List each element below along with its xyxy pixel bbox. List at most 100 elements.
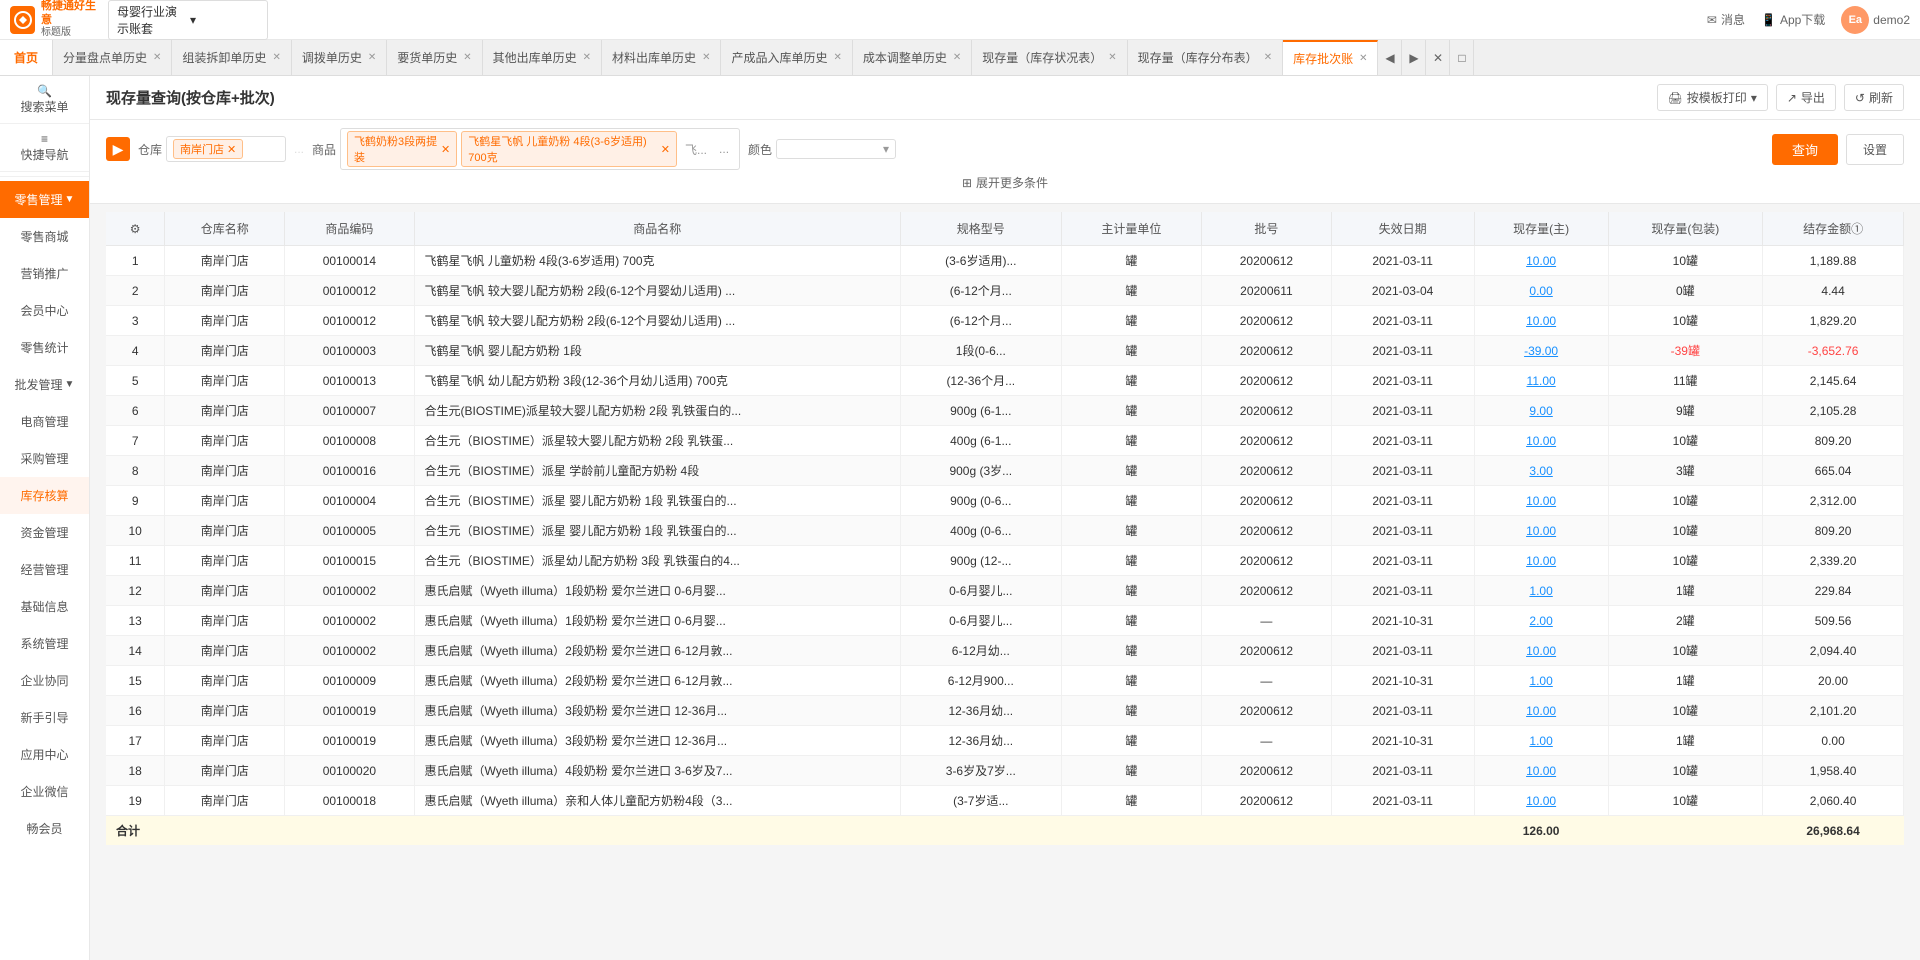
row-unit: 罐 xyxy=(1061,756,1202,786)
sidebar-item-retail-stat[interactable]: 零售统计 xyxy=(0,329,89,366)
sidebar-item-marketing[interactable]: 营销推广 xyxy=(0,255,89,292)
row-qty-main[interactable]: 10.00 xyxy=(1474,546,1608,576)
tab-close-icon[interactable]: ✕ xyxy=(702,52,710,63)
user-profile[interactable]: Ea demo2 xyxy=(1841,6,1910,34)
sidebar-item-member2[interactable]: 畅会员 xyxy=(0,810,89,847)
tab-chengpin[interactable]: 产成品入库单历史 ✕ xyxy=(721,40,852,76)
product-tag-1-close[interactable]: ✕ xyxy=(441,143,450,156)
tab-close-icon[interactable]: ✕ xyxy=(1108,52,1116,63)
tab-home[interactable]: 首页 xyxy=(0,40,53,76)
tab-yaohuo[interactable]: 要货单历史 ✕ xyxy=(387,40,482,76)
row-unit: 罐 xyxy=(1061,396,1202,426)
product-tag-container[interactable]: 飞鹤奶粉3段两提装 ✕ 飞鹤星飞帆 儿童奶粉 4段(3-6岁适用) 700克 ✕… xyxy=(340,128,740,170)
row-unit: 罐 xyxy=(1061,726,1202,756)
btn-query[interactable]: 查询 xyxy=(1772,134,1838,165)
message-button[interactable]: ✉ 消息 xyxy=(1707,11,1745,28)
row-qty-main[interactable]: 1.00 xyxy=(1474,726,1608,756)
row-qty-main[interactable]: 10.00 xyxy=(1474,486,1608,516)
col-qty-main: 现存量(主) xyxy=(1474,212,1608,246)
expand-more[interactable]: ⊞ 展开更多条件 xyxy=(106,170,1904,195)
tab-cailiao[interactable]: 材料出库单历史 ✕ xyxy=(602,40,721,76)
sidebar-item-member[interactable]: 会员中心 xyxy=(0,292,89,329)
tab-zuzhang[interactable]: 组装拆卸单历史 ✕ xyxy=(172,40,291,76)
settings-icon[interactable]: ⚙ xyxy=(130,222,141,236)
row-qty-main[interactable]: 9.00 xyxy=(1474,396,1608,426)
row-qty-main[interactable]: 1.00 xyxy=(1474,576,1608,606)
color-container[interactable]: ▾ xyxy=(776,139,896,159)
product-more[interactable]: 飞... xyxy=(681,141,711,158)
btn-refresh[interactable]: ↺ 刷新 xyxy=(1844,84,1904,111)
row-qty-main[interactable]: 1.00 xyxy=(1474,666,1608,696)
sidebar-item-wholesale[interactable]: 批发管理 ▼ xyxy=(0,366,89,403)
sidebar-quick-nav[interactable]: ≡ 快捷导航 xyxy=(0,124,89,172)
sidebar-search[interactable]: 🔍 搜索菜单 xyxy=(0,76,89,124)
btn-export[interactable]: ↗ 导出 xyxy=(1776,84,1836,111)
row-qty-main[interactable]: 10.00 xyxy=(1474,756,1608,786)
nav-selector[interactable]: 母婴行业演示账套 ▾ xyxy=(108,0,268,40)
tab-close-icon[interactable]: ✕ xyxy=(1359,53,1367,64)
row-qty-main[interactable]: 10.00 xyxy=(1474,516,1608,546)
sidebar-item-wechat[interactable]: 企业微信 xyxy=(0,773,89,810)
tab-close-icon[interactable]: ✕ xyxy=(953,52,961,63)
tab-qitachu[interactable]: 其他出库单历史 ✕ xyxy=(483,40,602,76)
warehouse-tag-container[interactable]: 南岸门店 ✕ xyxy=(166,136,286,162)
row-batch: — xyxy=(1202,606,1331,636)
product-tag-2-close[interactable]: ✕ xyxy=(661,143,670,156)
btn-setting[interactable]: 设置 xyxy=(1846,134,1904,165)
table-row: 16 南岸门店 00100019 惠氏启赋（Wyeth illuma）3段奶粉 … xyxy=(106,696,1904,726)
sidebar-item-retail[interactable]: 零售管理 ▼ xyxy=(0,181,89,218)
table-row: 1 南岸门店 00100014 飞鹤星飞帆 儿童奶粉 4段(3-6岁适用) 70… xyxy=(106,246,1904,276)
filter-toggle[interactable]: ▶ xyxy=(106,137,130,161)
tab-close-icon[interactable]: ✕ xyxy=(272,52,280,63)
row-no: 12 xyxy=(106,576,165,606)
row-expire: 2021-10-31 xyxy=(1331,726,1474,756)
tab-xiancun-dist[interactable]: 现存量（库存分布表） ✕ xyxy=(1128,40,1283,76)
sidebar-item-enterprise[interactable]: 企业协同 xyxy=(0,662,89,699)
col-settings[interactable]: ⚙ xyxy=(106,212,165,246)
sidebar-item-operation[interactable]: 经营管理 xyxy=(0,551,89,588)
warehouse-tag-close[interactable]: ✕ xyxy=(227,143,236,156)
app-download-button[interactable]: 📱 App下载 xyxy=(1761,11,1825,28)
row-amount: 1,829.20 xyxy=(1763,306,1904,336)
row-qty-main[interactable]: 3.00 xyxy=(1474,456,1608,486)
tab-xiancun-status[interactable]: 现存量（库存状况表） ✕ xyxy=(972,40,1127,76)
sidebar-item-basic[interactable]: 基础信息 xyxy=(0,588,89,625)
row-qty-main[interactable]: 10.00 xyxy=(1474,246,1608,276)
row-warehouse: 南岸门店 xyxy=(165,636,285,666)
sidebar-item-finance[interactable]: 资金管理 xyxy=(0,514,89,551)
row-unit: 罐 xyxy=(1061,606,1202,636)
tab-close-icon[interactable]: ✕ xyxy=(368,52,376,63)
tab-close-all[interactable]: ✕ xyxy=(1426,40,1450,76)
sidebar-item-ecommerce[interactable]: 电商管理 xyxy=(0,403,89,440)
tab-close-icon[interactable]: ✕ xyxy=(153,52,161,63)
tab-fenliang[interactable]: 分量盘点单历史 ✕ xyxy=(53,40,172,76)
sidebar-item-retail-shop[interactable]: 零售商城 xyxy=(0,218,89,255)
tab-expand[interactable]: □ xyxy=(1450,40,1474,76)
product-ellipsis[interactable]: ... xyxy=(715,142,733,156)
tab-nav-next[interactable]: ▶ xyxy=(1402,40,1426,76)
row-qty-main[interactable]: 2.00 xyxy=(1474,606,1608,636)
tab-close-icon[interactable]: ✕ xyxy=(463,52,471,63)
tab-kucun-pici[interactable]: 库存批次账 ✕ xyxy=(1283,40,1378,76)
sidebar-item-system[interactable]: 系统管理 xyxy=(0,625,89,662)
tab-diaopo[interactable]: 调拨单历史 ✕ xyxy=(292,40,387,76)
row-qty-main[interactable]: 10.00 xyxy=(1474,426,1608,456)
tab-nav-prev[interactable]: ◀ xyxy=(1378,40,1402,76)
tab-close-icon[interactable]: ✕ xyxy=(583,52,591,63)
tab-close-icon[interactable]: ✕ xyxy=(1264,52,1272,63)
row-qty-main[interactable]: 10.00 xyxy=(1474,636,1608,666)
row-qty-main[interactable]: 10.00 xyxy=(1474,306,1608,336)
sidebar-item-purchase[interactable]: 采购管理 xyxy=(0,440,89,477)
tab-close-icon[interactable]: ✕ xyxy=(833,52,841,63)
row-qty-main[interactable]: -39.00 xyxy=(1474,336,1608,366)
row-qty-main[interactable]: 10.00 xyxy=(1474,696,1608,726)
row-qty-main[interactable]: 11.00 xyxy=(1474,366,1608,396)
sidebar-item-apps[interactable]: 应用中心 xyxy=(0,736,89,773)
sidebar-item-guide[interactable]: 新手引导 xyxy=(0,699,89,736)
expand-icon: ⊞ xyxy=(962,176,972,190)
row-qty-main[interactable]: 0.00 xyxy=(1474,276,1608,306)
btn-template-print[interactable]: 🖨 按模板打印 ▾ xyxy=(1657,84,1768,111)
tab-chenben[interactable]: 成本调整单历史 ✕ xyxy=(853,40,972,76)
row-qty-main[interactable]: 10.00 xyxy=(1474,786,1608,816)
sidebar-item-inventory[interactable]: 库存核算 xyxy=(0,477,89,514)
